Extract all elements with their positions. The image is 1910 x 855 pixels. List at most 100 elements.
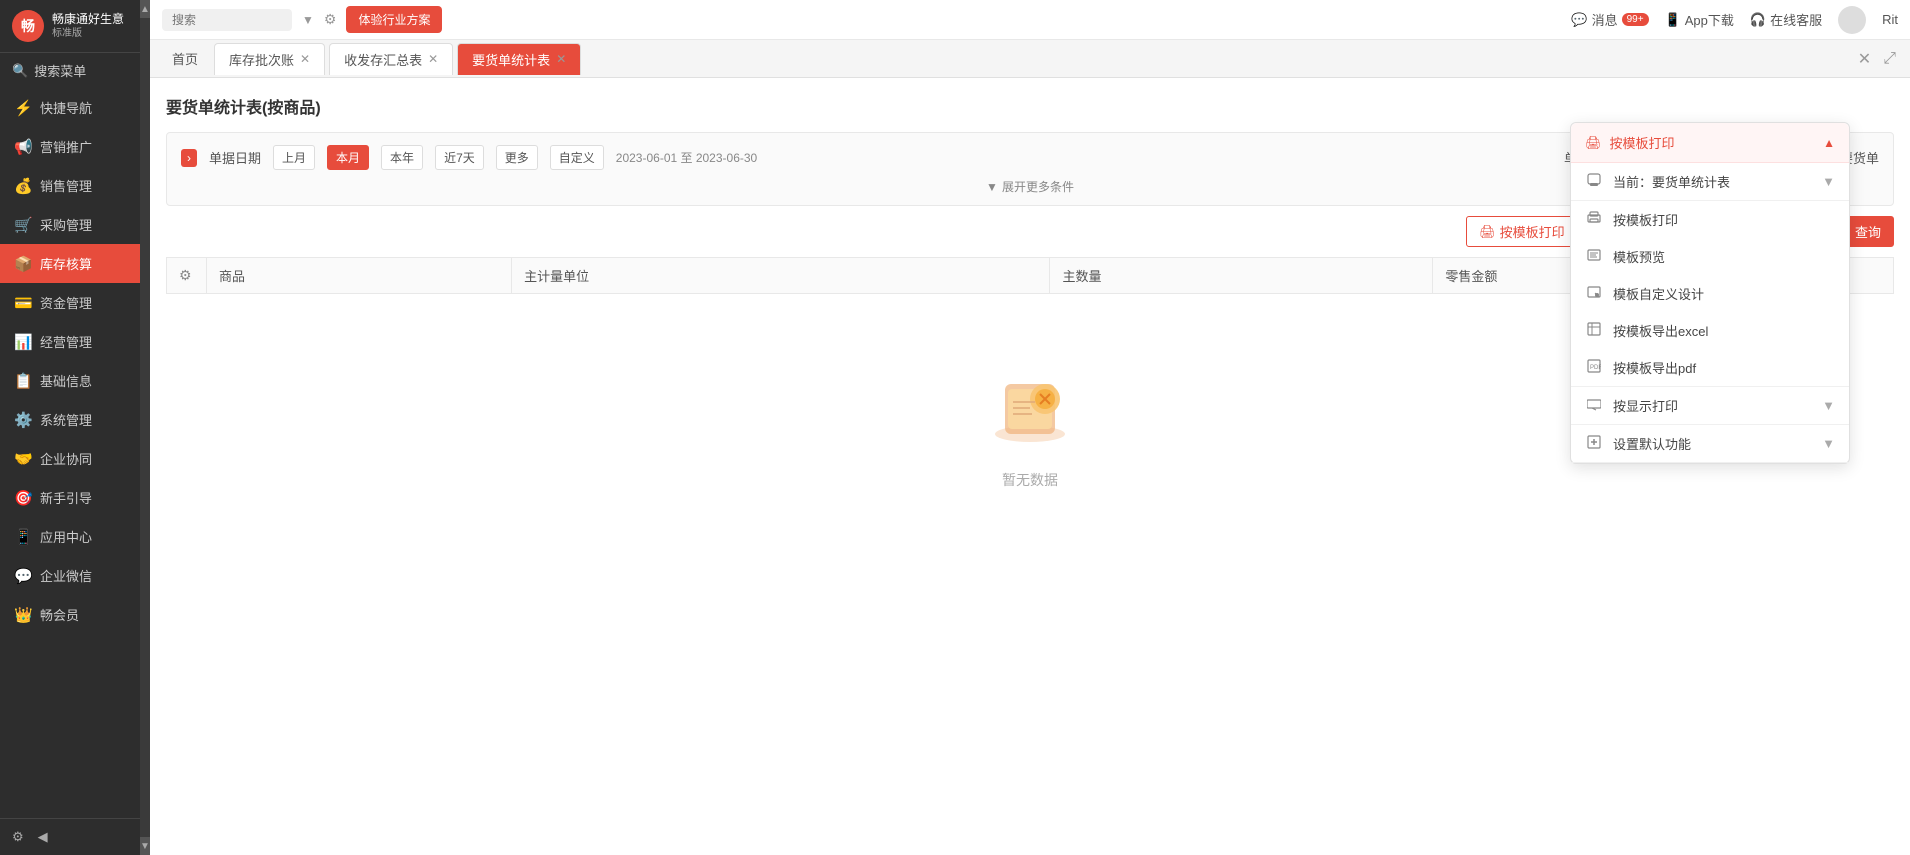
logo-text: 畅康通好生意 标准版 xyxy=(52,12,124,41)
dropdown-current-item[interactable]: 当前：要货单统计表 ▼ xyxy=(1571,163,1849,200)
app-download-btn[interactable]: 📱 App下载 xyxy=(1665,10,1734,29)
dropdown-template-print[interactable]: 按模板打印 xyxy=(1571,201,1849,238)
dropdown-template-pdf[interactable]: PDF 按模板导出pdf xyxy=(1571,349,1849,386)
settings-icon[interactable]: ⚙ xyxy=(12,829,24,845)
user-name: Rit xyxy=(1882,12,1898,27)
sidebar-item-finance[interactable]: 💳 资金管理 xyxy=(0,283,140,322)
inventory-icon: 📦 xyxy=(14,255,32,273)
tab-close-all-btn[interactable]: ✕ xyxy=(1854,47,1875,71)
collapse-icon[interactable]: ◀ xyxy=(38,829,48,845)
sidebar-item-operations[interactable]: 📊 经营管理 xyxy=(0,322,140,361)
scroll-up-btn[interactable]: ▲ xyxy=(140,0,150,18)
dropdown-template-preview[interactable]: 模板预览 xyxy=(1571,238,1849,275)
display-print-icon xyxy=(1585,397,1603,414)
system-icon: ⚙️ xyxy=(14,411,32,429)
app-logo: 畅 畅康通好生意 标准版 xyxy=(0,0,140,53)
finance-icon: 💳 xyxy=(14,294,32,312)
tab-receipt-summary[interactable]: 收发存汇总表 ✕ xyxy=(329,43,453,75)
tab-receipt-close[interactable]: ✕ xyxy=(428,52,438,66)
dropdown-default-func[interactable]: 设置默认功能 ▼ xyxy=(1571,425,1849,462)
sidebar-item-appstore[interactable]: 📱 应用中心 xyxy=(0,517,140,556)
tab-batch[interactable]: 库存批次账 ✕ xyxy=(214,43,325,75)
dropdown-template-custom[interactable]: 模板自定义设计 xyxy=(1571,275,1849,312)
date-custom-btn[interactable]: 自定义 xyxy=(550,145,604,170)
experience-btn[interactable]: 体验行业方案 xyxy=(346,6,442,33)
marketing-icon: 📢 xyxy=(14,138,32,156)
search-icon: 🔍 xyxy=(12,63,28,79)
topbar-gear-icon[interactable]: ⚙ xyxy=(324,11,337,28)
page-title: 要货单统计表(按商品) xyxy=(166,94,1894,118)
tab-batch-close[interactable]: ✕ xyxy=(300,52,310,66)
sidebar-item-guide[interactable]: 🎯 新手引导 xyxy=(0,478,140,517)
scroll-down-btn[interactable]: ▼ xyxy=(140,837,150,855)
sidebar-item-member[interactable]: 👑 畅会员 xyxy=(0,595,140,634)
current-icon xyxy=(1585,173,1603,190)
message-badge: 99+ xyxy=(1622,13,1649,26)
dropdown-display-print[interactable]: 按显示打印 ▼ xyxy=(1571,387,1849,424)
operations-icon: 📊 xyxy=(14,333,32,351)
appstore-icon: 📱 xyxy=(14,528,32,546)
topbar: ▼ ⚙ 体验行业方案 💬 消息 99+ 📱 App下载 🎧 在线客服 Rit xyxy=(150,0,1910,40)
sidebar-item-quicknav[interactable]: ⚡ 快捷导航 xyxy=(0,88,140,127)
date-last7-btn[interactable]: 近7天 xyxy=(435,145,484,170)
quicknav-icon: ⚡ xyxy=(14,99,32,117)
main-area: ▼ ⚙ 体验行业方案 💬 消息 99+ 📱 App下载 🎧 在线客服 Rit 首… xyxy=(150,0,1910,855)
sidebar-search[interactable]: 🔍 搜索菜单 xyxy=(0,53,140,88)
col-settings: ⚙ xyxy=(167,258,207,294)
user-avatar[interactable] xyxy=(1838,6,1866,34)
sidebar-item-purchase[interactable]: 🛒 采购管理 xyxy=(0,205,140,244)
date-prev-month-btn[interactable]: 上月 xyxy=(273,145,315,170)
sidebar: 畅 畅康通好生意 标准版 🔍 搜索菜单 ⚡ 快捷导航 📢 营销推广 💰 销售管理… xyxy=(0,0,140,855)
current-chevron-icon: ▼ xyxy=(1822,174,1835,189)
tab-order-close[interactable]: ✕ xyxy=(556,52,566,66)
date-current-year-btn[interactable]: 本年 xyxy=(381,145,423,170)
wechat-icon: 💬 xyxy=(14,567,32,585)
dropdown-header[interactable]: 🖨 按模板打印 ▲ xyxy=(1571,123,1849,163)
content: 要货单统计表(按商品) › 单据日期 上月 本月 本年 近7天 更多 自定义 2… xyxy=(150,78,1910,855)
template-preview-icon xyxy=(1585,248,1603,265)
topbar-dropdown-arrow[interactable]: ▼ xyxy=(302,13,314,27)
print-icon: 🖨 xyxy=(1479,224,1496,240)
column-settings-icon[interactable]: ⚙ xyxy=(179,267,192,283)
dropdown-print-icon: 🖨 xyxy=(1585,135,1602,151)
tab-order-summary[interactable]: 要货单统计表 ✕ xyxy=(457,43,581,75)
topbar-search[interactable] xyxy=(162,9,292,31)
col-goods: 商品 xyxy=(207,258,512,294)
sidebar-item-system[interactable]: ⚙️ 系统管理 xyxy=(0,400,140,439)
default-func-icon xyxy=(1585,435,1603,452)
dropdown-header-left: 🖨 按模板打印 xyxy=(1585,133,1675,152)
template-excel-icon xyxy=(1585,322,1603,339)
sidebar-item-sales[interactable]: 💰 销售管理 xyxy=(0,166,140,205)
purchase-icon: 🛒 xyxy=(14,216,32,234)
svg-text:PDF: PDF xyxy=(1590,365,1601,371)
tabbar: 首页 库存批次账 ✕ 收发存汇总表 ✕ 要货单统计表 ✕ ✕ ⤢ xyxy=(150,40,1910,78)
template-custom-icon xyxy=(1585,285,1603,302)
topbar-right: 💬 消息 99+ 📱 App下载 🎧 在线客服 Rit xyxy=(1571,6,1898,34)
filter-expand-icon[interactable]: › xyxy=(181,149,197,167)
display-chevron-icon: ▼ xyxy=(1822,398,1835,413)
date-filter-label: 单据日期 xyxy=(209,148,261,167)
logo-icon: 畅 xyxy=(12,10,44,42)
sidebar-item-wechat[interactable]: 💬 企业微信 xyxy=(0,556,140,595)
online-service-btn[interactable]: 🎧 在线客服 xyxy=(1750,10,1822,29)
date-more-btn[interactable]: 更多 xyxy=(496,145,538,170)
tabbar-right: ✕ ⤢ xyxy=(1854,47,1900,71)
message-btn[interactable]: 💬 消息 99+ xyxy=(1571,10,1648,29)
dropdown-display-section: 按显示打印 ▼ xyxy=(1571,387,1849,425)
dropdown-default-section: 设置默认功能 ▼ xyxy=(1571,425,1849,463)
tab-expand-btn[interactable]: ⤢ xyxy=(1879,47,1900,71)
member-icon: 👑 xyxy=(14,606,32,624)
sidebar-item-basic[interactable]: 📋 基础信息 xyxy=(0,361,140,400)
sidebar-scrollbar[interactable]: ▲ ▼ xyxy=(140,0,150,855)
sidebar-item-inventory[interactable]: 📦 库存核算 xyxy=(0,244,140,283)
message-icon: 💬 xyxy=(1571,12,1587,28)
sidebar-item-enterprise[interactable]: 🤝 企业协同 xyxy=(0,439,140,478)
sidebar-nav: ⚡ 快捷导航 📢 营销推广 💰 销售管理 🛒 采购管理 📦 库存核算 💳 资金管… xyxy=(0,88,140,818)
expand-chevron-icon: ▼ xyxy=(986,180,998,194)
tab-home[interactable]: 首页 xyxy=(160,43,210,74)
date-current-month-btn[interactable]: 本月 xyxy=(327,145,369,170)
dropdown-template-excel[interactable]: 按模板导出excel xyxy=(1571,312,1849,349)
sidebar-item-marketing[interactable]: 📢 营销推广 xyxy=(0,127,140,166)
dropdown-template-section: 按模板打印 模板预览 模板自定义设计 xyxy=(1571,201,1849,387)
date-range-display: 2023-06-01 至 2023-06-30 xyxy=(616,149,757,166)
